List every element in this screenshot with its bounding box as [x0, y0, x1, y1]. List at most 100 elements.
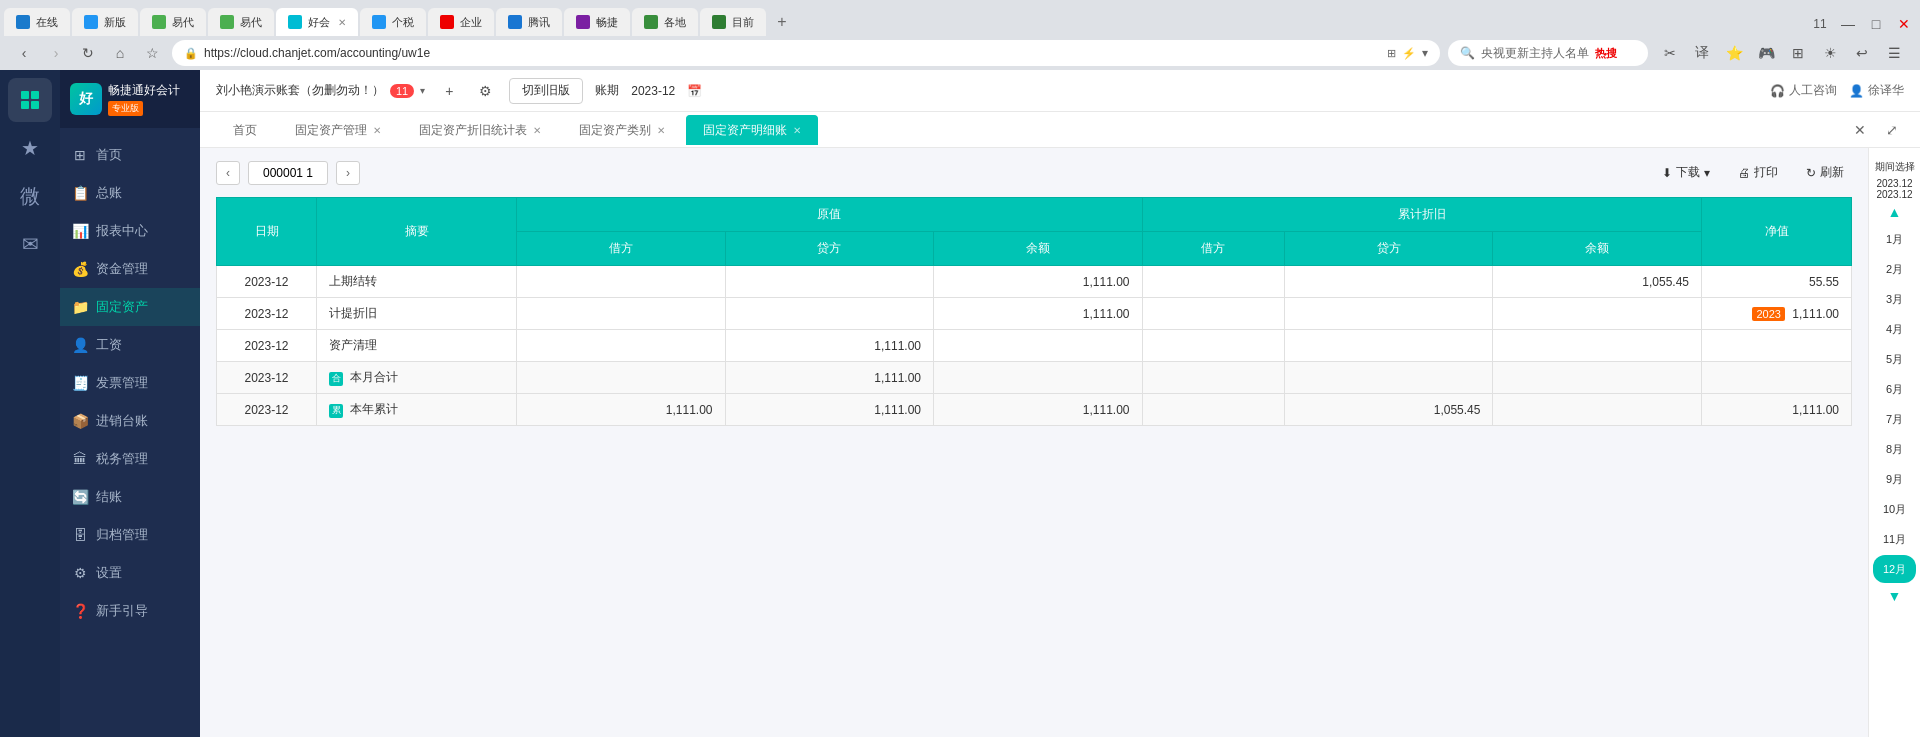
sidebar-icon-strip: ★ 微 ✉ [0, 70, 60, 737]
browser-tab-2[interactable]: 新版 [72, 8, 138, 36]
month-item-8[interactable]: 8月 [1873, 435, 1916, 463]
translate-button[interactable]: 译 [1688, 39, 1716, 67]
browser-tab-8[interactable]: 腾讯 [496, 8, 562, 36]
browser-tab-7[interactable]: 企业 [428, 8, 494, 36]
service-button[interactable]: 🎧 人工咨询 [1770, 82, 1837, 99]
scroll-down-button[interactable]: ▼ [1869, 584, 1920, 608]
cell-orig-debit-4 [517, 362, 726, 394]
sidebar-icon-weibo[interactable]: 微 [8, 174, 52, 218]
sidebar-item-settlement[interactable]: 🔄 结账 [60, 478, 200, 516]
sidebar-item-invoice-mgmt[interactable]: 🧾 发票管理 [60, 364, 200, 402]
reload-button[interactable]: ↻ [76, 41, 100, 65]
sidebar-item-sales-purchase[interactable]: 📦 进销台账 [60, 402, 200, 440]
close-window-button[interactable]: ✕ [1892, 12, 1916, 36]
tab-depreciation-stats-close[interactable]: ✕ [533, 125, 541, 136]
sidebar-item-reports[interactable]: 📊 报表中心 [60, 212, 200, 250]
menu-button[interactable]: ☰ [1880, 39, 1908, 67]
minimize-button[interactable]: — [1836, 12, 1860, 36]
sidebar-label-reports: 报表中心 [96, 222, 148, 240]
month-item-2[interactable]: 2月 [1873, 255, 1916, 283]
table-row: 2023-12 合 本月合计 1,111.00 [217, 362, 1852, 394]
cell-net-2: 2023 1,111.00 [1702, 298, 1852, 330]
theme-button[interactable]: ☀ [1816, 39, 1844, 67]
sidebar-item-fixed-assets[interactable]: 📁 固定资产 [60, 288, 200, 326]
new-tab-button[interactable]: + [768, 8, 796, 36]
tab-close-5[interactable]: ✕ [338, 17, 346, 28]
scroll-up-button[interactable]: ▲ [1869, 200, 1920, 224]
month-item-11[interactable]: 11月 [1873, 525, 1916, 553]
tab-home[interactable]: 首页 [216, 115, 274, 145]
month-item-7[interactable]: 7月 [1873, 405, 1916, 433]
refresh-button[interactable]: ↻ 刷新 [1798, 160, 1852, 185]
dropdown-icon[interactable]: ▾ [1422, 46, 1428, 60]
tab-asset-detail-close[interactable]: ✕ [793, 125, 801, 136]
maximize-button[interactable]: □ [1864, 12, 1888, 36]
browser-tab-4[interactable]: 易代 [208, 8, 274, 36]
cell-accum-balance-5 [1493, 394, 1702, 426]
browser-tab-9[interactable]: 畅捷 [564, 8, 630, 36]
back-button[interactable]: ‹ [12, 41, 36, 65]
user-button[interactable]: 👤 徐译华 [1849, 82, 1904, 99]
restore-window-button[interactable]: 11 [1808, 12, 1832, 36]
tab-asset-detail[interactable]: 固定资产明细账 ✕ [686, 115, 818, 145]
scissors-button[interactable]: ✂ [1656, 39, 1684, 67]
print-button[interactable]: 🖨 打印 [1730, 160, 1786, 185]
sidebar-item-fund-mgmt[interactable]: 💰 资金管理 [60, 250, 200, 288]
sidebar-item-guide[interactable]: ❓ 新手引导 [60, 592, 200, 630]
browser-tab-1[interactable]: 在线 [4, 8, 70, 36]
sidebar-icon-main[interactable] [8, 78, 52, 122]
cell-accum-balance-3 [1493, 330, 1702, 362]
settings-small-button[interactable]: ⚙ [473, 79, 497, 103]
search-bar[interactable]: 🔍 央视更新主持人名单 热搜 [1448, 40, 1648, 66]
download-button[interactable]: ⬇ 下载 ▾ [1654, 160, 1718, 185]
prev-page-button[interactable]: ‹ [216, 161, 240, 185]
grid-button[interactable]: ⊞ [1784, 39, 1812, 67]
switch-version-label: 切到旧版 [522, 82, 570, 99]
calendar-icon[interactable]: 📅 [687, 84, 702, 98]
cell-summary-3: 资产清理 [317, 330, 517, 362]
switch-version-button[interactable]: 切到旧版 [509, 78, 583, 104]
collapse-tabs-button[interactable]: ✕ [1848, 118, 1872, 142]
sidebar-item-settings[interactable]: ⚙ 设置 [60, 554, 200, 592]
month-item-3[interactable]: 3月 [1873, 285, 1916, 313]
browser-tab-3[interactable]: 易代 [140, 8, 206, 36]
page-input[interactable] [248, 161, 328, 185]
browser-tab-5[interactable]: 好会 ✕ [276, 8, 358, 36]
sidebar-icon-star[interactable]: ★ [8, 126, 52, 170]
tab-asset-category[interactable]: 固定资产类别 ✕ [562, 115, 682, 145]
month-item-10[interactable]: 10月 [1873, 495, 1916, 523]
tab-asset-category-close[interactable]: ✕ [657, 125, 665, 136]
sidebar-item-home[interactable]: ⊞ 首页 [60, 136, 200, 174]
sidebar-icon-mail[interactable]: ✉ [8, 222, 52, 266]
tab-depreciation-stats[interactable]: 固定资产折旧统计表 ✕ [402, 115, 558, 145]
sidebar-item-payroll[interactable]: 👤 工资 [60, 326, 200, 364]
add-account-button[interactable]: + [437, 79, 461, 103]
next-page-button[interactable]: › [336, 161, 360, 185]
forward-button[interactable]: › [44, 41, 68, 65]
tab-label-8: 腾讯 [528, 15, 550, 30]
month-item-5[interactable]: 5月 [1873, 345, 1916, 373]
home-button[interactable]: ⌂ [108, 41, 132, 65]
game-button[interactable]: 🎮 [1752, 39, 1780, 67]
month-item-12[interactable]: 12月 [1873, 555, 1916, 583]
bookmark-button[interactable]: ☆ [140, 41, 164, 65]
browser-tab-6[interactable]: 个税 [360, 8, 426, 36]
month-item-4[interactable]: 4月 [1873, 315, 1916, 343]
account-dropdown-icon[interactable]: ▾ [420, 85, 425, 96]
tab-fixed-asset-mgmt[interactable]: 固定资产管理 ✕ [278, 115, 398, 145]
expand-tabs-button[interactable]: ⤢ [1880, 118, 1904, 142]
account-selector[interactable]: 刘小艳演示账套（勿删勿动！） 11 ▾ [216, 82, 425, 99]
browser-tab-10[interactable]: 各地 [632, 8, 698, 36]
sidebar-item-archive-mgmt[interactable]: 🗄 归档管理 [60, 516, 200, 554]
month-item-9[interactable]: 9月 [1873, 465, 1916, 493]
month-item-1[interactable]: 1月 [1873, 225, 1916, 253]
sidebar-item-general-ledger[interactable]: 📋 总账 [60, 174, 200, 212]
month-item-6[interactable]: 6月 [1873, 375, 1916, 403]
sidebar-item-tax-mgmt[interactable]: 🏛 税务管理 [60, 440, 200, 478]
undo-button[interactable]: ↩ [1848, 39, 1876, 67]
star-button[interactable]: ⭐ [1720, 39, 1748, 67]
url-bar[interactable]: 🔒 https://cloud.chanjet.com/accounting/u… [172, 40, 1440, 66]
th-orig-debit: 借方 [517, 232, 726, 266]
browser-tab-11[interactable]: 目前 [700, 8, 766, 36]
tab-fixed-asset-mgmt-close[interactable]: ✕ [373, 125, 381, 136]
